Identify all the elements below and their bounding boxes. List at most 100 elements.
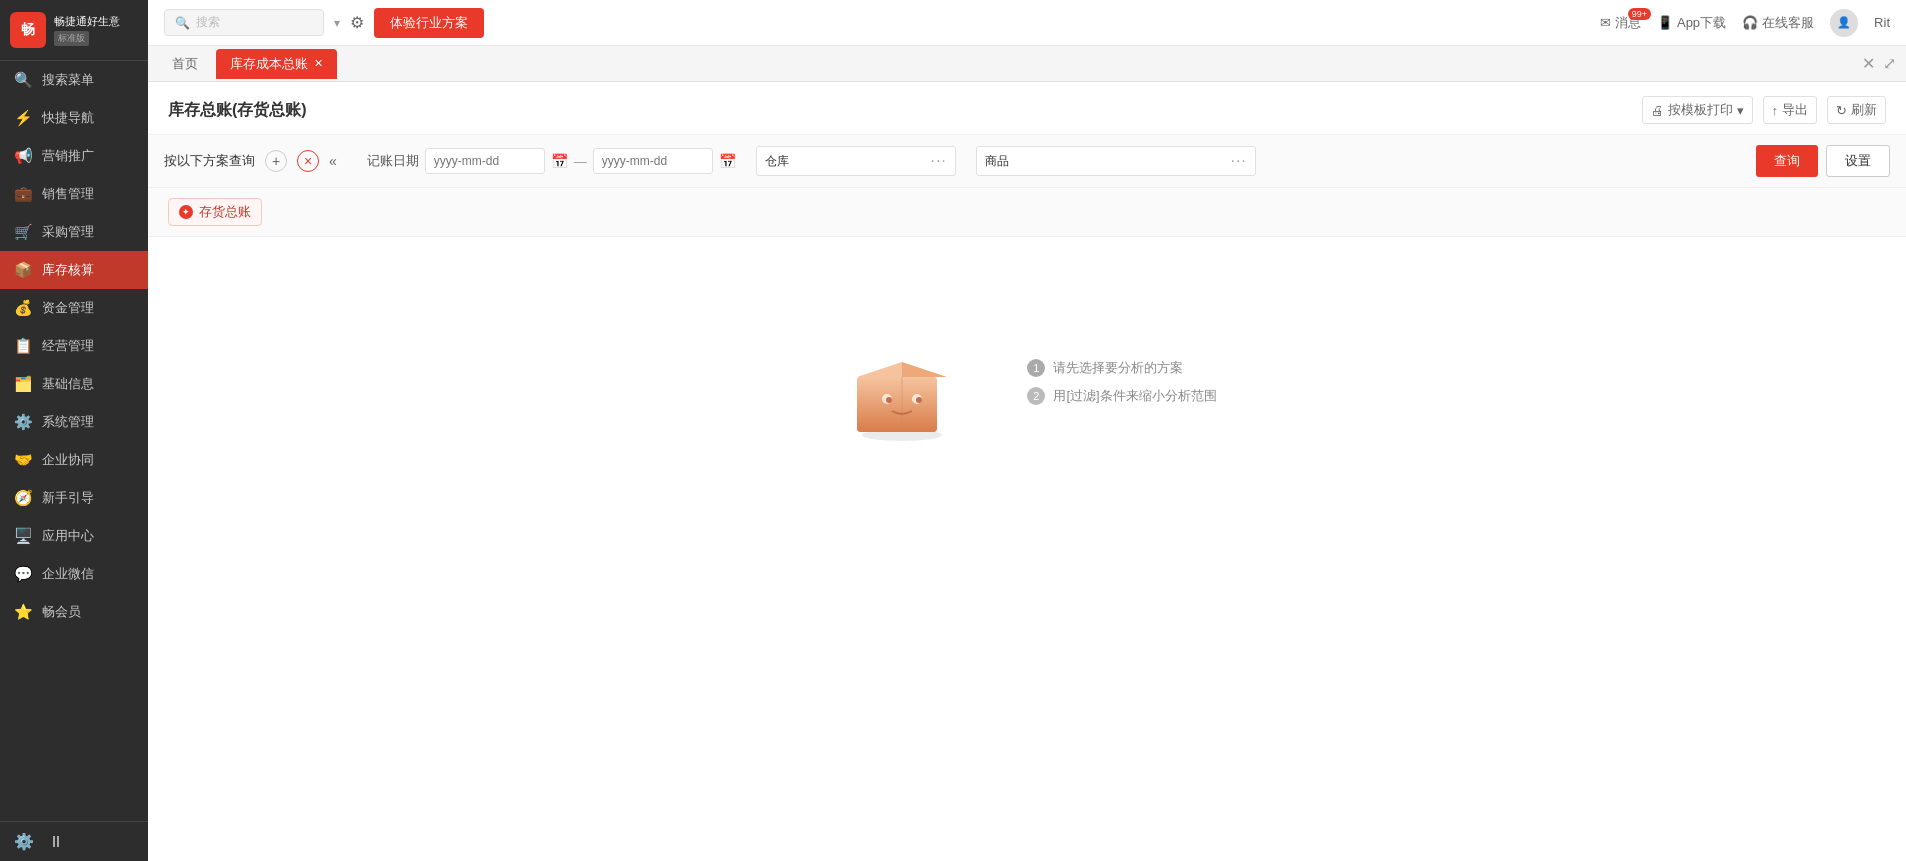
- sidebar-item-purchase[interactable]: 🛒采购管理: [0, 213, 148, 251]
- app-download-button[interactable]: 📱 App下载: [1657, 14, 1726, 32]
- hint-text-2: 用[过滤]条件来缩小分析范围: [1053, 387, 1216, 405]
- warehouse-label: 仓库: [765, 153, 789, 170]
- settings-icon[interactable]: ⚙️: [14, 832, 34, 851]
- phone-icon: 📱: [1657, 15, 1673, 30]
- scheme-dot: ✦: [179, 205, 193, 219]
- sidebar-label-sales: 销售管理: [42, 185, 94, 203]
- sidebar-item-marketing[interactable]: 📢营销推广: [0, 137, 148, 175]
- tab-label-inventory_cost: 库存成本总账: [230, 55, 308, 73]
- sidebar-item-finance[interactable]: 💰 资金管理: [0, 289, 148, 327]
- sidebar-item-sales[interactable]: 💼 销售管理: [0, 175, 148, 213]
- hint-text-1: 请先选择要分析的方案: [1053, 359, 1183, 377]
- sidebar-icon-apps: 🖥️: [14, 527, 32, 545]
- filter-delete-button[interactable]: ×: [297, 150, 319, 172]
- query-button[interactable]: 查询: [1756, 145, 1818, 177]
- trial-button[interactable]: 体验行业方案: [374, 8, 484, 38]
- filter-section: 按以下方案查询 + × « 记账日期 📅 — 📅 仓库 ···: [148, 135, 1906, 237]
- header-actions: 🖨 按模板打印 ▾ ↑ 导出 ↻ 刷新: [1642, 96, 1887, 124]
- topbar-search[interactable]: 🔍 搜索: [164, 9, 324, 36]
- scheme-tag-label: 存货总账: [199, 203, 251, 221]
- empty-svg: [837, 317, 967, 447]
- sidebar-icon-member: ⭐: [14, 603, 32, 621]
- toggle-icon[interactable]: ⏸: [48, 833, 64, 851]
- svg-point-8: [886, 397, 892, 403]
- topbar-gear-icon[interactable]: ⚙: [350, 13, 364, 32]
- sidebar-item-corp[interactable]: 🤝 企业协同: [0, 441, 148, 479]
- sidebar-item-operation[interactable]: 📋 经营管理: [0, 327, 148, 365]
- svg-rect-2: [857, 377, 937, 432]
- date-to-input[interactable]: [593, 148, 713, 174]
- sidebar-label-member: 畅会员: [42, 603, 81, 621]
- sidebar-item-system[interactable]: ⚙️系统管理: [0, 403, 148, 441]
- tab-inventory_cost[interactable]: 库存成本总账 ✕: [216, 49, 337, 79]
- scheme-tag[interactable]: ✦ 存货总账: [168, 198, 262, 226]
- tab-label-home: 首页: [172, 55, 198, 73]
- tab-expand-icon[interactable]: ⤢: [1883, 54, 1896, 73]
- user-avatar[interactable]: 👤: [1830, 9, 1858, 37]
- messages-badge: 99+: [1628, 8, 1651, 20]
- date-range-group: 记账日期 📅 — 📅: [367, 148, 736, 174]
- sidebar-icon-operation: 📋: [14, 337, 32, 355]
- sidebar-icon-finance: 💰: [14, 299, 32, 317]
- refresh-icon: ↻: [1836, 103, 1847, 118]
- sidebar-item-basic[interactable]: 🗂️基础信息: [0, 365, 148, 403]
- tab-close-icon[interactable]: ✕: [1862, 54, 1875, 73]
- sidebar-label-inventory: 库存核算: [42, 261, 94, 279]
- product-more-icon: ···: [1230, 152, 1246, 170]
- sidebar-label-guide: 新手引导: [42, 489, 94, 507]
- online-service-button[interactable]: 🎧 在线客服: [1742, 14, 1814, 32]
- export-button[interactable]: ↑ 导出: [1763, 96, 1818, 124]
- sidebar-icon-sales: 💼: [14, 185, 32, 203]
- tab-home[interactable]: 首页: [158, 49, 212, 79]
- page-title: 库存总账(存货总账): [168, 100, 307, 121]
- date-separator: —: [574, 154, 587, 169]
- calendar-to-icon[interactable]: 📅: [719, 153, 736, 169]
- sidebar-item-inventory[interactable]: 📦库存核算: [0, 251, 148, 289]
- product-selector[interactable]: 商品 ···: [976, 146, 1256, 176]
- svg-marker-4: [902, 362, 947, 377]
- app-name: 畅捷通好生意: [54, 14, 120, 29]
- sidebar-item-shortcut[interactable]: ⚡快捷导航: [0, 99, 148, 137]
- topbar-chevron-icon[interactable]: ▾: [334, 16, 340, 30]
- sidebar-label-wechat: 企业微信: [42, 565, 94, 583]
- sidebar-label-system: 系统管理: [42, 413, 94, 431]
- sidebar-item-wechat[interactable]: 💬企业微信: [0, 555, 148, 593]
- sidebar-icon-corp: 🤝: [14, 451, 32, 469]
- filter-add-button[interactable]: +: [265, 150, 287, 172]
- topbar-right: ✉ 消息 99+ 📱 App下载 🎧 在线客服 👤 Rit: [1600, 9, 1890, 37]
- sidebar-item-member[interactable]: ⭐ 畅会员: [0, 593, 148, 631]
- product-label: 商品: [985, 153, 1009, 170]
- sidebar-item-search[interactable]: 🔍搜索菜单: [0, 61, 148, 99]
- sidebar-nav: 🔍搜索菜单⚡快捷导航📢营销推广 💼 销售管理 🛒采购管理📦库存核算 💰 资金管理 📋 经营管理…: [0, 61, 148, 821]
- sidebar-item-apps[interactable]: 🖥️应用中心: [0, 517, 148, 555]
- empty-illustration: [837, 317, 967, 447]
- date-from-input[interactable]: [425, 148, 545, 174]
- refresh-button[interactable]: ↻ 刷新: [1827, 96, 1886, 124]
- sidebar-label-basic: 基础信息: [42, 375, 94, 393]
- empty-state: 1 请先选择要分析的方案 2 用[过滤]条件来缩小分析范围: [148, 237, 1906, 527]
- empty-hint-1: 1 请先选择要分析的方案: [1027, 359, 1216, 377]
- print-label: 按模板打印: [1668, 101, 1733, 119]
- messages-button[interactable]: ✉ 消息 99+: [1600, 14, 1641, 32]
- tabs-bar: 首页 库存成本总账 ✕ ✕ ⤢: [148, 46, 1906, 82]
- headset-icon: 🎧: [1742, 15, 1758, 30]
- logo-icon: 畅: [10, 12, 46, 48]
- sidebar-label-operation: 经营管理: [42, 337, 94, 355]
- refresh-label: 刷新: [1851, 101, 1877, 119]
- tab-close-inventory_cost[interactable]: ✕: [314, 57, 323, 70]
- sidebar-icon-purchase: 🛒: [14, 223, 32, 241]
- sidebar-footer: ⚙️ ⏸: [0, 821, 148, 861]
- sidebar-label-finance: 资金管理: [42, 299, 94, 317]
- export-icon: ↑: [1772, 103, 1779, 118]
- sidebar-label-corp: 企业协同: [42, 451, 94, 469]
- sidebar-label-shortcut: 快捷导航: [42, 109, 94, 127]
- sidebar-label-marketing: 营销推广: [42, 147, 94, 165]
- logo-area: 畅 畅捷通好生意 标准版: [0, 0, 148, 61]
- filter-collapse-button[interactable]: «: [329, 153, 337, 169]
- warehouse-selector[interactable]: 仓库 ···: [756, 146, 956, 176]
- app-download-label: App下载: [1677, 14, 1726, 32]
- sidebar-item-guide[interactable]: 🧭新手引导: [0, 479, 148, 517]
- setting-button[interactable]: 设置: [1826, 145, 1890, 177]
- calendar-from-icon[interactable]: 📅: [551, 153, 568, 169]
- print-button[interactable]: 🖨 按模板打印 ▾: [1642, 96, 1753, 124]
